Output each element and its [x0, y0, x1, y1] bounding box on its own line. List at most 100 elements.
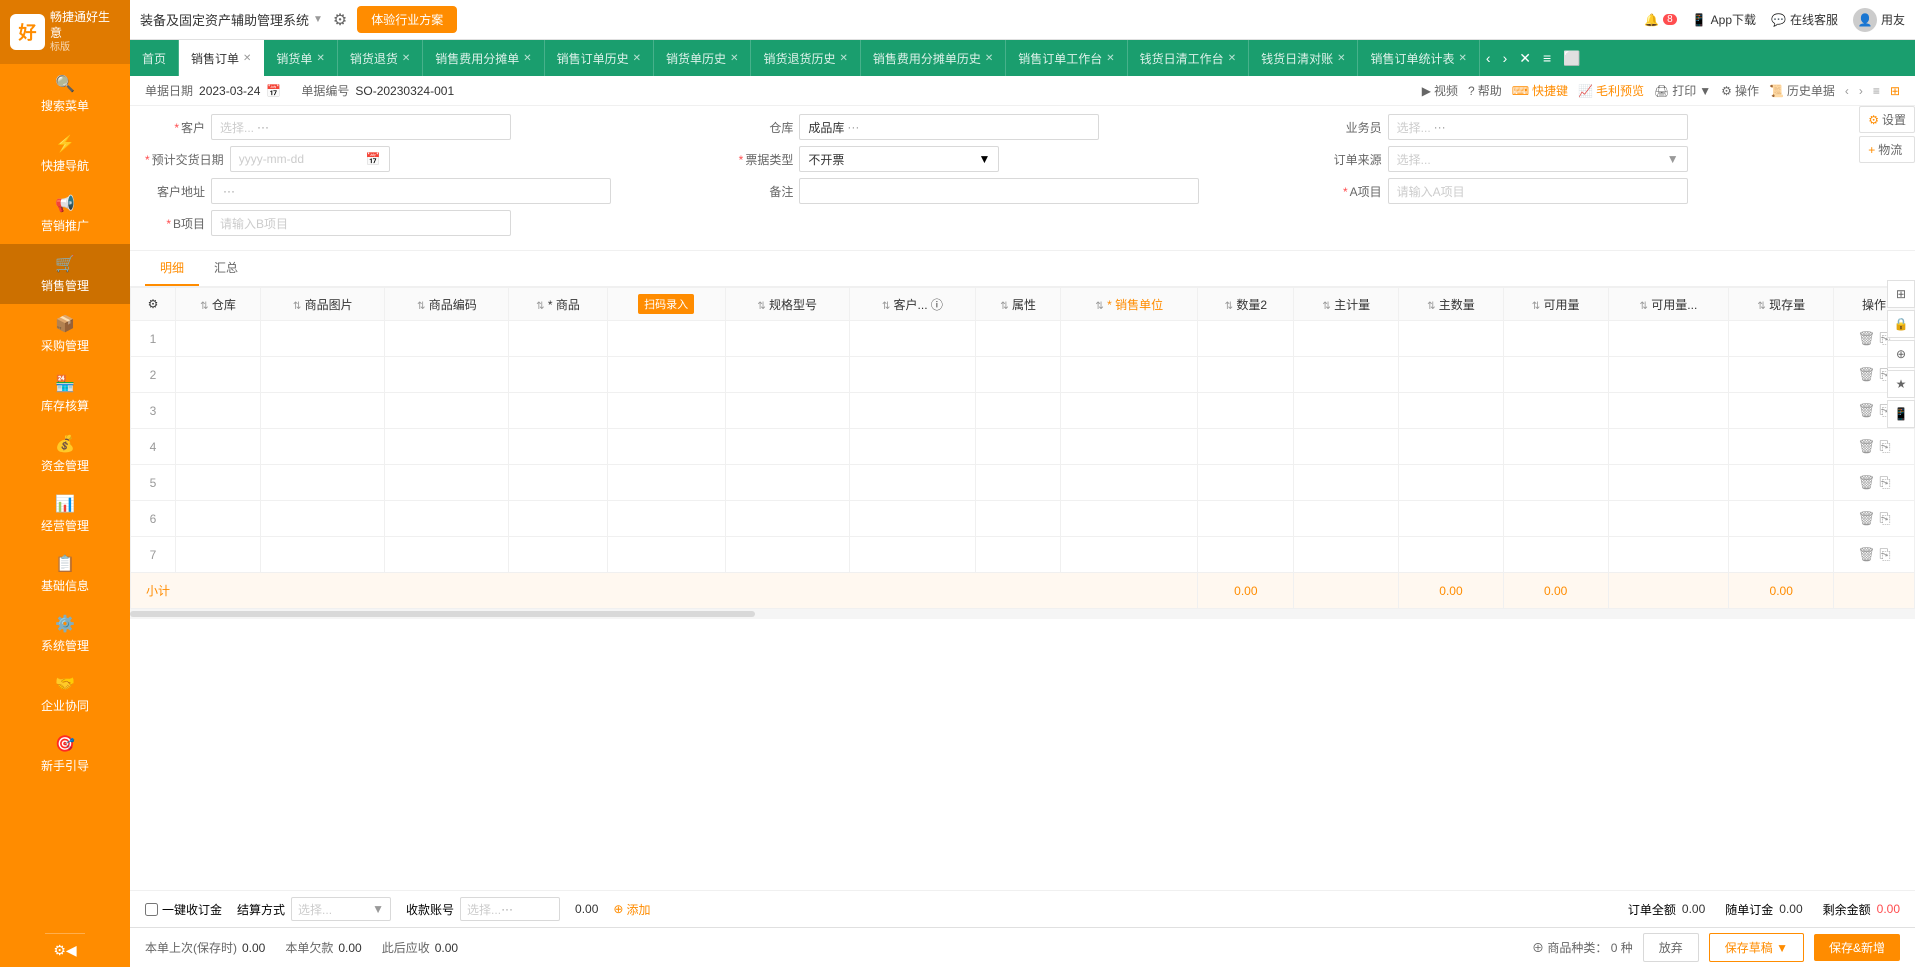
tab-expense-split[interactable]: 销售费用分摊单 ✕ [423, 40, 544, 76]
list-view-icon[interactable]: ≡ [1873, 84, 1880, 98]
sidebar-item-operation[interactable]: 📊 经营管理 [0, 484, 130, 544]
row-2-product[interactable] [509, 357, 607, 393]
col-product-image[interactable]: ⇅ 商品图片 [261, 288, 385, 321]
save-draft-dropdown-icon[interactable]: ▼ [1776, 941, 1788, 955]
row-2-main-qty[interactable] [1399, 357, 1504, 393]
row-2-spec[interactable] [725, 357, 849, 393]
sidebar-item-inventory[interactable]: 🏪 库存核算 [0, 364, 130, 424]
col-attributes[interactable]: ⇅ 属性 [975, 288, 1060, 321]
row-1-qty2[interactable] [1198, 321, 1294, 357]
sidebar-item-enterprise[interactable]: 🤝 企业协同 [0, 664, 130, 724]
col-settings[interactable]: ⚙ [131, 288, 176, 321]
sidebar-item-marketing[interactable]: 📢 营销推广 [0, 184, 130, 244]
online-service-item[interactable]: 💬 在线客服 [1771, 11, 1838, 28]
row-2-customer-order[interactable] [849, 357, 975, 393]
shortcut-btn[interactable]: ⌨ 快捷键 [1512, 82, 1568, 99]
tab-home[interactable]: 首页 [130, 40, 179, 76]
right-panel-btn-5[interactable]: 📱 [1887, 400, 1915, 428]
sidebar-item-system[interactable]: ⚙️ 系统管理 [0, 604, 130, 664]
tab-sales-return-close[interactable]: ✕ [402, 53, 410, 64]
operation-btn[interactable]: ⚙ 操作 [1721, 82, 1759, 99]
row-2-sales-unit[interactable] [1061, 357, 1198, 393]
copy-row-6-icon[interactable]: ⎘ [1879, 510, 1890, 527]
save-new-btn[interactable]: 保存&新增 [1814, 934, 1900, 961]
scan-btn[interactable]: 扫码录入 [638, 294, 694, 314]
salesperson-input[interactable]: 选择... ··· [1388, 114, 1688, 140]
sidebar-item-finance[interactable]: 💰 资金管理 [0, 424, 130, 484]
logistics-float-btn[interactable]: + 物流 [1859, 136, 1915, 163]
system-title-dropdown[interactable]: 装备及固定资产辅助管理系统 ▼ [140, 10, 323, 29]
tab-expense-history[interactable]: 销售费用分摊单历史 ✕ [861, 40, 1006, 76]
col-spec[interactable]: ⇅ 规格型号 [725, 288, 849, 321]
tab-nav-menu[interactable]: ≡ [1537, 50, 1557, 66]
row-3-product[interactable] [509, 393, 607, 429]
col-main-qty[interactable]: ⇅ 主数量 [1399, 288, 1504, 321]
col-scan[interactable]: 扫码录入 [607, 288, 725, 321]
delete-row-6-icon[interactable]: 🗑 [1858, 510, 1876, 527]
solution-btn[interactable]: 体验行业方案 [357, 6, 457, 33]
col-stock[interactable]: ⇅ 现存量 [1729, 288, 1834, 321]
history-btn[interactable]: 📜 历史单据 [1769, 82, 1835, 99]
tab-cash-daily-close[interactable]: ✕ [1228, 53, 1236, 64]
row-2-code[interactable] [385, 357, 509, 393]
delete-row-1-icon[interactable]: 🗑 [1858, 330, 1876, 347]
col-product-code[interactable]: ⇅ 商品编码 [385, 288, 509, 321]
row-3-warehouse[interactable] [175, 393, 260, 429]
invoice-type-select[interactable]: 不开票 ▼ [799, 146, 999, 172]
row-2-attributes[interactable] [975, 357, 1060, 393]
row-1-main-qty[interactable] [1399, 321, 1504, 357]
customer-input[interactable]: 选择... ··· [211, 114, 511, 140]
topbar-gear-icon[interactable]: ⚙ [333, 10, 347, 30]
view-btn[interactable]: ▶ 视频 [1422, 82, 1458, 99]
tab-sales-invoice[interactable]: 销货单 ✕ [264, 40, 337, 76]
tab-nav-close-all[interactable]: ✕ [1513, 50, 1537, 67]
row-1-spec[interactable] [725, 321, 849, 357]
print-btn[interactable]: 🖨 打印 ▼ [1654, 82, 1711, 99]
sidebar-item-sales[interactable]: 🛒 销售管理 [0, 244, 130, 304]
col-main-unit[interactable]: ⇅ 主计量 [1294, 288, 1399, 321]
right-panel-btn-2[interactable]: 🔒 [1887, 310, 1915, 338]
address-input[interactable]: ··· [211, 178, 611, 204]
tab-nav-right[interactable]: › [1497, 50, 1514, 66]
grid-view-icon[interactable]: ⊞ [1890, 84, 1900, 98]
app-download-item[interactable]: 📱 App下载 [1692, 11, 1756, 28]
col-product[interactable]: ⇅ * 商品 [509, 288, 607, 321]
profit-btn[interactable]: 📈 毛利预览 [1578, 82, 1644, 99]
row-3-code[interactable] [385, 393, 509, 429]
row-1-warehouse[interactable] [175, 321, 260, 357]
col-warehouse[interactable]: ⇅ 仓库 [175, 288, 260, 321]
tab-expense-split-close[interactable]: ✕ [523, 53, 531, 64]
a-project-input[interactable]: 请输入A项目 [1388, 178, 1688, 204]
add-payment-btn[interactable]: ⊕ 添加 [613, 901, 650, 918]
sidebar-item-base[interactable]: 📋 基础信息 [0, 544, 130, 604]
col-sales-unit[interactable]: ⇅ * 销售单位 [1061, 288, 1198, 321]
settings-float-btn[interactable]: ⚙ 设置 [1859, 106, 1915, 133]
row-1-attributes[interactable] [975, 321, 1060, 357]
tab-sales-stats[interactable]: 销售订单统计表 ✕ [1358, 40, 1479, 76]
row-1-product[interactable] [509, 321, 607, 357]
row-1-code[interactable] [385, 321, 509, 357]
tab-cash-reconcile[interactable]: 钱货日清对账 ✕ [1249, 40, 1358, 76]
row-1-sales-unit[interactable] [1061, 321, 1198, 357]
tab-cash-reconcile-close[interactable]: ✕ [1337, 53, 1345, 64]
copy-row-7-icon[interactable]: ⎘ [1879, 546, 1890, 563]
right-panel-btn-1[interactable]: ⊞ [1887, 280, 1915, 308]
tab-order-history[interactable]: 销售订单历史 ✕ [545, 40, 654, 76]
tab-nav-expand[interactable]: ⬜ [1557, 50, 1586, 67]
col-available[interactable]: ⇅ 可用量 [1503, 288, 1608, 321]
right-panel-btn-4[interactable]: ★ [1887, 370, 1915, 398]
horizontal-scrollbar[interactable] [130, 609, 1915, 619]
tab-detail[interactable]: 明细 [145, 251, 199, 286]
sidebar-item-quick[interactable]: ⚡ 快捷导航 [0, 124, 130, 184]
delivery-date-input[interactable]: yyyy-mm-dd 📅 [230, 146, 390, 172]
col-available2[interactable]: ⇅ 可用量... [1608, 288, 1729, 321]
collapse-icon[interactable]: ◀ [66, 942, 77, 959]
payment-method-select[interactable]: 选择... ▼ [291, 897, 391, 921]
save-draft-btn[interactable]: 保存草稿 ▼ [1709, 933, 1804, 962]
discard-btn[interactable]: 放弃 [1643, 933, 1699, 962]
tab-sales-workbench-close[interactable]: ✕ [1106, 53, 1114, 64]
tab-order-history-close[interactable]: ✕ [633, 53, 641, 64]
tab-summary[interactable]: 汇总 [199, 251, 253, 286]
delete-row-3-icon[interactable]: 🗑 [1858, 402, 1876, 419]
tab-invoice-history[interactable]: 销货单历史 ✕ [654, 40, 751, 76]
